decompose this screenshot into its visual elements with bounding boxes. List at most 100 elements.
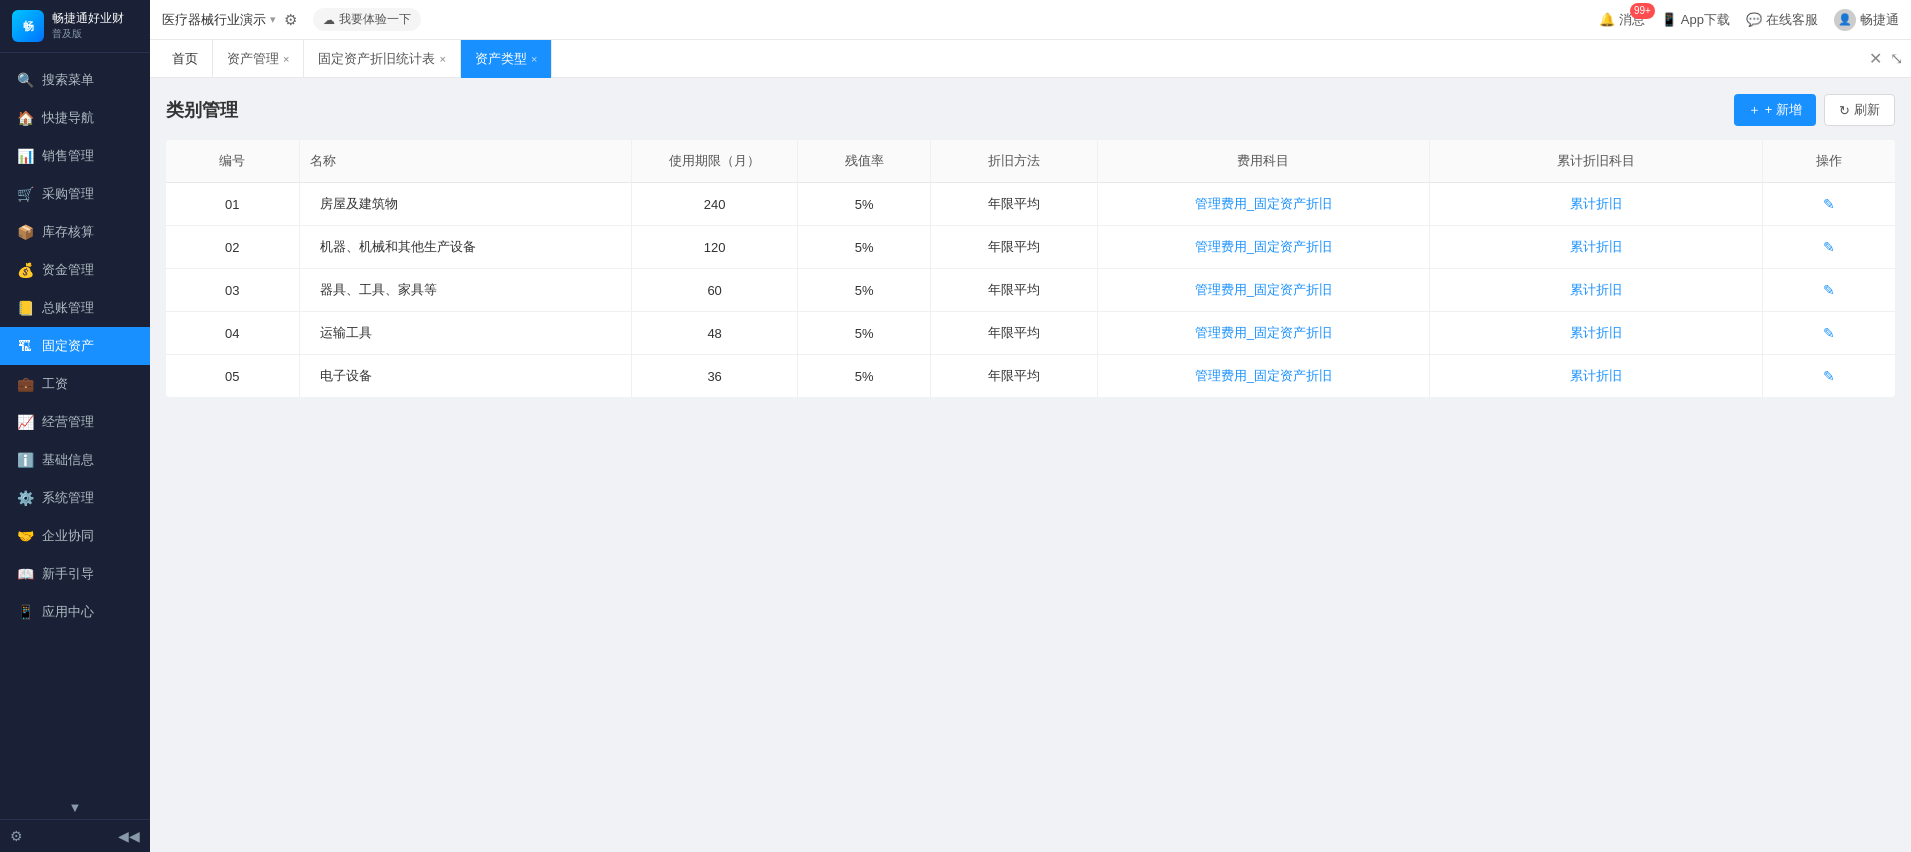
sidebar-item-enterprise[interactable]: 🤝 企业协同 — [0, 517, 150, 555]
main-area: 医疗器械行业演示 ▾ ⚙ ☁ 我要体验一下 🔔 消息 99+ 📱 App下载 💬… — [150, 0, 1911, 852]
payroll-icon: 💼 — [16, 375, 34, 393]
topbar-settings-icon[interactable]: ⚙ — [284, 11, 297, 29]
ledger-icon: 📒 — [16, 299, 34, 317]
tab-close-icon[interactable]: × — [439, 53, 445, 65]
sidebar-item-label: 库存核算 — [42, 223, 94, 241]
sidebar-bottom: ⚙ ◀◀ — [0, 819, 150, 852]
enterprise-icon: 🤝 — [16, 527, 34, 545]
sidebar-item-purchase[interactable]: 🛒 采购管理 — [0, 175, 150, 213]
customer-service-button[interactable]: 💬 在线客服 — [1746, 11, 1818, 29]
cell-residual: 5% — [798, 355, 931, 398]
sidebar-item-inventory[interactable]: 📦 库存核算 — [0, 213, 150, 251]
tab-home[interactable]: 首页 — [158, 40, 213, 78]
expand-tab-button[interactable]: ⤡ — [1890, 49, 1903, 68]
system-icon: ⚙️ — [16, 489, 34, 507]
sidebar-item-payroll[interactable]: 💼 工资 — [0, 365, 150, 403]
table-body: 01 房屋及建筑物 240 5% 年限平均 管理费用_固定资产折旧 累计折旧 ✎… — [166, 183, 1895, 398]
cell-action: ✎ — [1762, 269, 1895, 312]
app-download-button[interactable]: 📱 App下载 — [1661, 11, 1730, 29]
collapse-icon[interactable]: ◀◀ — [118, 828, 140, 844]
table-row: 01 房屋及建筑物 240 5% 年限平均 管理费用_固定资产折旧 累计折旧 ✎ — [166, 183, 1895, 226]
table-row: 05 电子设备 36 5% 年限平均 管理费用_固定资产折旧 累计折旧 ✎ — [166, 355, 1895, 398]
cell-period: 120 — [632, 226, 798, 269]
sidebar-item-label: 资金管理 — [42, 261, 94, 279]
sidebar-item-sales[interactable]: 📊 销售管理 — [0, 137, 150, 175]
notifications-badge: 99+ — [1630, 3, 1655, 19]
edit-icon[interactable]: ✎ — [1823, 325, 1835, 341]
sidebar-logo-text-group: 畅捷通好业财 普及版 — [52, 11, 124, 41]
cell-accum: 累计折旧 — [1430, 183, 1763, 226]
company-selector[interactable]: 医疗器械行业演示 ▾ — [162, 11, 276, 29]
sidebar-item-label: 基础信息 — [42, 451, 94, 469]
content-area: 类别管理 ＋ + 新增 ↻ 刷新 编号 名称 使用期限（月） — [150, 78, 1911, 852]
fixed-assets-icon: 🏗 — [16, 337, 34, 355]
cell-action: ✎ — [1762, 355, 1895, 398]
sidebar-item-app-center[interactable]: 📱 应用中心 — [0, 593, 150, 631]
cell-name: 运输工具 — [299, 312, 632, 355]
app-logo-icon: 畅 — [12, 10, 44, 42]
refresh-button[interactable]: ↻ 刷新 — [1824, 94, 1895, 126]
cell-name: 房屋及建筑物 — [299, 183, 632, 226]
sidebar-item-basic-info[interactable]: ℹ️ 基础信息 — [0, 441, 150, 479]
close-tab-button[interactable]: ✕ — [1869, 49, 1882, 68]
service-icon: 💬 — [1746, 12, 1762, 27]
cell-expense: 管理费用_固定资产折旧 — [1097, 355, 1430, 398]
sidebar-item-label: 快捷导航 — [42, 109, 94, 127]
sidebar-item-label: 工资 — [42, 375, 68, 393]
funds-icon: 💰 — [16, 261, 34, 279]
tab-assets[interactable]: 资产管理 × — [213, 40, 304, 78]
cell-expense: 管理费用_固定资产折旧 — [1097, 226, 1430, 269]
sidebar: 畅 畅捷通好业财 普及版 🔍 搜索菜单 🏠 快捷导航 📊 销售管理 🛒 采购管理… — [0, 0, 150, 852]
sidebar-item-operations[interactable]: 📈 经营管理 — [0, 403, 150, 441]
sidebar-item-funds[interactable]: 💰 资金管理 — [0, 251, 150, 289]
sidebar-item-ledger[interactable]: 📒 总账管理 — [0, 289, 150, 327]
sidebar-item-label: 固定资产 — [42, 337, 94, 355]
cell-code: 04 — [166, 312, 299, 355]
topbar: 医疗器械行业演示 ▾ ⚙ ☁ 我要体验一下 🔔 消息 99+ 📱 App下载 💬… — [150, 0, 1911, 40]
sidebar-item-search[interactable]: 🔍 搜索菜单 — [0, 61, 150, 99]
sidebar-item-system[interactable]: ⚙️ 系统管理 — [0, 479, 150, 517]
cell-method: 年限平均 — [931, 183, 1097, 226]
edit-icon[interactable]: ✎ — [1823, 282, 1835, 298]
app-center-icon: 📱 — [16, 603, 34, 621]
cell-code: 03 — [166, 269, 299, 312]
sidebar-item-fixed-assets[interactable]: 🏗 固定资产 — [0, 327, 150, 365]
user-menu[interactable]: 👤 畅捷通 — [1834, 9, 1899, 31]
data-table-container: 编号 名称 使用期限（月） 残值率 折旧方法 费用科目 累计折旧科目 操作 01… — [166, 140, 1895, 397]
edit-icon[interactable]: ✎ — [1823, 368, 1835, 384]
col-header-code: 编号 — [166, 140, 299, 183]
new-button[interactable]: ＋ + 新增 — [1734, 94, 1816, 126]
tutorial-icon: 📖 — [16, 565, 34, 583]
notifications-button[interactable]: 🔔 消息 99+ — [1599, 11, 1645, 29]
sidebar-logo: 畅 畅捷通好业财 普及版 — [0, 0, 150, 53]
col-header-period: 使用期限（月） — [632, 140, 798, 183]
table-row: 03 器具、工具、家具等 60 5% 年限平均 管理费用_固定资产折旧 累计折旧… — [166, 269, 1895, 312]
edit-icon[interactable]: ✎ — [1823, 196, 1835, 212]
experience-button[interactable]: ☁ 我要体验一下 — [313, 8, 421, 31]
cell-method: 年限平均 — [931, 312, 1097, 355]
bell-icon: 🔔 — [1599, 12, 1615, 27]
download-icon: 📱 — [1661, 12, 1677, 27]
tab-asset-type[interactable]: 资产类型 × — [461, 40, 552, 78]
home-icon: 🏠 — [16, 109, 34, 127]
sidebar-item-quick-nav[interactable]: 🏠 快捷导航 — [0, 99, 150, 137]
tab-close-icon[interactable]: × — [283, 53, 289, 65]
tab-depreciation[interactable]: 固定资产折旧统计表 × — [304, 40, 460, 78]
chevron-down-icon: ▾ — [270, 13, 276, 26]
category-table: 编号 名称 使用期限（月） 残值率 折旧方法 费用科目 累计折旧科目 操作 01… — [166, 140, 1895, 397]
sales-icon: 📊 — [16, 147, 34, 165]
sidebar-scroll-down[interactable]: ▼ — [0, 796, 150, 819]
user-label: 畅捷通 — [1860, 11, 1899, 29]
sidebar-item-label: 企业协同 — [42, 527, 94, 545]
tab-close-icon[interactable]: × — [531, 53, 537, 65]
settings-icon[interactable]: ⚙ — [10, 828, 23, 844]
col-header-expense: 费用科目 — [1097, 140, 1430, 183]
cell-accum: 累计折旧 — [1430, 312, 1763, 355]
cell-period: 60 — [632, 269, 798, 312]
sidebar-item-tutorial[interactable]: 📖 新手引导 — [0, 555, 150, 593]
cell-period: 48 — [632, 312, 798, 355]
app-download-label: App下载 — [1681, 11, 1730, 29]
user-icon: 👤 — [1834, 9, 1856, 31]
experience-label: 我要体验一下 — [339, 11, 411, 28]
edit-icon[interactable]: ✎ — [1823, 239, 1835, 255]
